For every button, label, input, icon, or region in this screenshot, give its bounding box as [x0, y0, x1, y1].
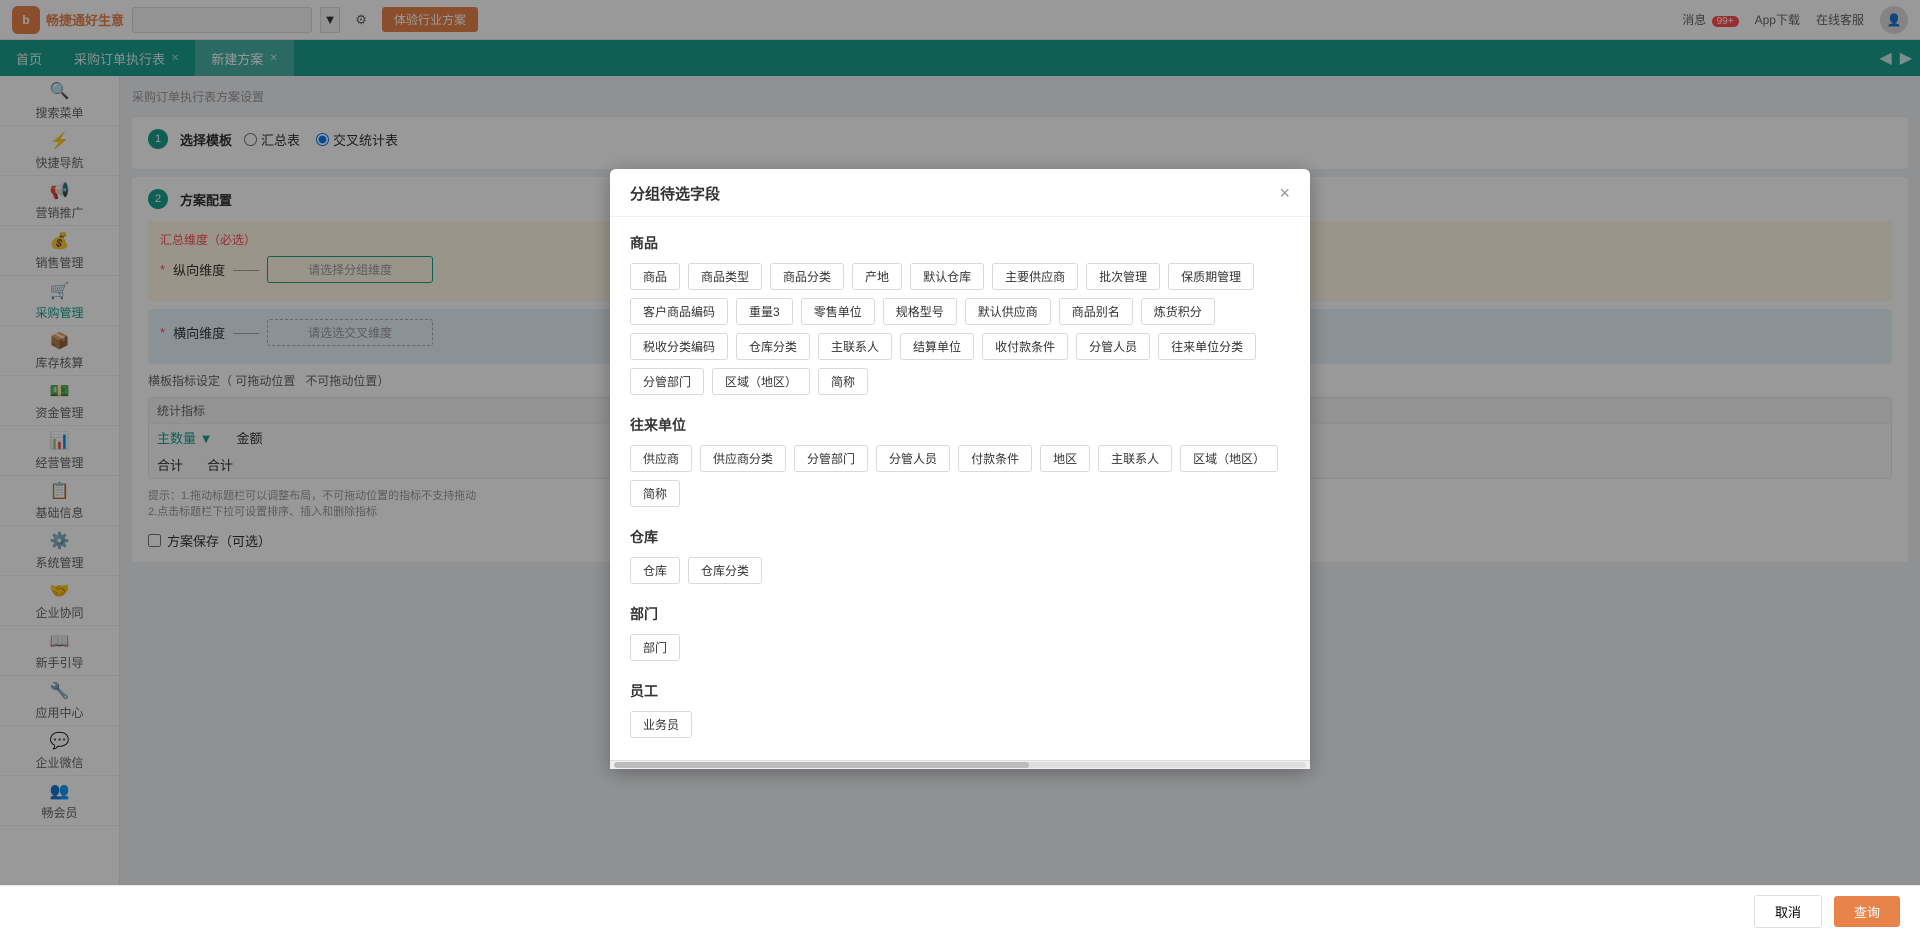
tag-supplier[interactable]: 供应商 — [630, 445, 692, 472]
group-employee-title: 员工 — [630, 681, 1290, 701]
tag-main-contact[interactable]: 主联系人 — [818, 333, 892, 360]
tag-salesperson[interactable]: 业务员 — [630, 711, 692, 738]
tag-origin[interactable]: 产地 — [852, 263, 902, 290]
tag-supplier-category[interactable]: 供应商分类 — [700, 445, 786, 472]
tag-payment-terms[interactable]: 收付款条件 — [982, 333, 1068, 360]
scrollbar-track — [614, 762, 1306, 768]
tag-spec-model[interactable]: 规格型号 — [883, 298, 957, 325]
modal-title: 分组待选字段 — [630, 183, 720, 204]
tag-area[interactable]: 地区 — [1040, 445, 1090, 472]
tag-partner-category[interactable]: 往来单位分类 — [1158, 333, 1256, 360]
tag-supervisor[interactable]: 分管人员 — [1076, 333, 1150, 360]
tag-department[interactable]: 部门 — [630, 634, 680, 661]
tag-region-partner[interactable]: 区域（地区） — [1180, 445, 1278, 472]
group-partner: 往来单位 供应商 供应商分类 分管部门 分管人员 付款条件 地区 主联系人 区域… — [630, 415, 1290, 507]
tag-dept[interactable]: 分管部门 — [630, 368, 704, 395]
group-employee: 员工 业务员 — [630, 681, 1290, 738]
tag-product-type[interactable]: 商品类型 — [688, 263, 762, 290]
tag-customer-code[interactable]: 客户商品编码 — [630, 298, 728, 325]
tag-payment-conditions[interactable]: 付款条件 — [958, 445, 1032, 472]
modal-overlay: 分组待选字段 × 商品 商品 商品类型 商品分类 产地 默认仓库 主要供应商 批… — [0, 0, 1920, 937]
tag-weight3[interactable]: 重量3 — [736, 298, 793, 325]
cancel-button[interactable]: 取消 — [1754, 895, 1822, 928]
tag-abbr-product[interactable]: 简称 — [818, 368, 868, 395]
group-warehouse-tags: 仓库 仓库分类 — [630, 557, 1290, 584]
tag-warehouse[interactable]: 仓库 — [630, 557, 680, 584]
tag-product-category[interactable]: 商品分类 — [770, 263, 844, 290]
tag-default-supplier[interactable]: 默认供应商 — [965, 298, 1051, 325]
modal-header: 分组待选字段 × — [610, 169, 1310, 217]
group-partner-tags: 供应商 供应商分类 分管部门 分管人员 付款条件 地区 主联系人 区域（地区） … — [630, 445, 1290, 507]
group-department: 部门 部门 — [630, 604, 1290, 661]
tag-dept-partner[interactable]: 分管部门 — [794, 445, 868, 472]
tag-product-alias[interactable]: 商品别名 — [1059, 298, 1133, 325]
tag-shelf-life[interactable]: 保质期管理 — [1168, 263, 1254, 290]
tag-settlement-unit[interactable]: 结算单位 — [900, 333, 974, 360]
tag-batch-mgmt[interactable]: 批次管理 — [1086, 263, 1160, 290]
group-employee-tags: 业务员 — [630, 711, 1290, 738]
group-product: 商品 商品 商品类型 商品分类 产地 默认仓库 主要供应商 批次管理 保质期管理… — [630, 233, 1290, 395]
modal-close-button[interactable]: × — [1279, 184, 1290, 202]
group-product-title: 商品 — [630, 233, 1290, 253]
modal-body: 商品 商品 商品类型 商品分类 产地 默认仓库 主要供应商 批次管理 保质期管理… — [610, 217, 1310, 761]
bottom-bar: 取消 查询 — [0, 885, 1920, 937]
tag-tax-code[interactable]: 税收分类编码 — [630, 333, 728, 360]
tag-refine-points[interactable]: 炼货积分 — [1141, 298, 1215, 325]
group-department-tags: 部门 — [630, 634, 1290, 661]
tag-warehouse-cat[interactable]: 仓库分类 — [688, 557, 762, 584]
tag-default-warehouse[interactable]: 默认仓库 — [910, 263, 984, 290]
tag-retail-unit[interactable]: 零售单位 — [801, 298, 875, 325]
tag-supervisor-partner[interactable]: 分管人员 — [876, 445, 950, 472]
confirm-button[interactable]: 查询 — [1834, 896, 1900, 927]
field-select-modal: 分组待选字段 × 商品 商品 商品类型 商品分类 产地 默认仓库 主要供应商 批… — [610, 169, 1310, 769]
group-department-title: 部门 — [630, 604, 1290, 624]
group-warehouse-title: 仓库 — [630, 527, 1290, 547]
tag-abbr-partner[interactable]: 简称 — [630, 480, 680, 507]
tag-region-product[interactable]: 区域（地区） — [712, 368, 810, 395]
group-warehouse: 仓库 仓库 仓库分类 — [630, 527, 1290, 584]
group-partner-title: 往来单位 — [630, 415, 1290, 435]
group-product-tags: 商品 商品类型 商品分类 产地 默认仓库 主要供应商 批次管理 保质期管理 客户… — [630, 263, 1290, 395]
scrollbar-thumb — [614, 762, 1029, 768]
tag-main-supplier[interactable]: 主要供应商 — [992, 263, 1078, 290]
tag-warehouse-category[interactable]: 仓库分类 — [736, 333, 810, 360]
tag-main-contact-partner[interactable]: 主联系人 — [1098, 445, 1172, 472]
modal-scrollbar[interactable] — [610, 760, 1310, 768]
tag-product[interactable]: 商品 — [630, 263, 680, 290]
